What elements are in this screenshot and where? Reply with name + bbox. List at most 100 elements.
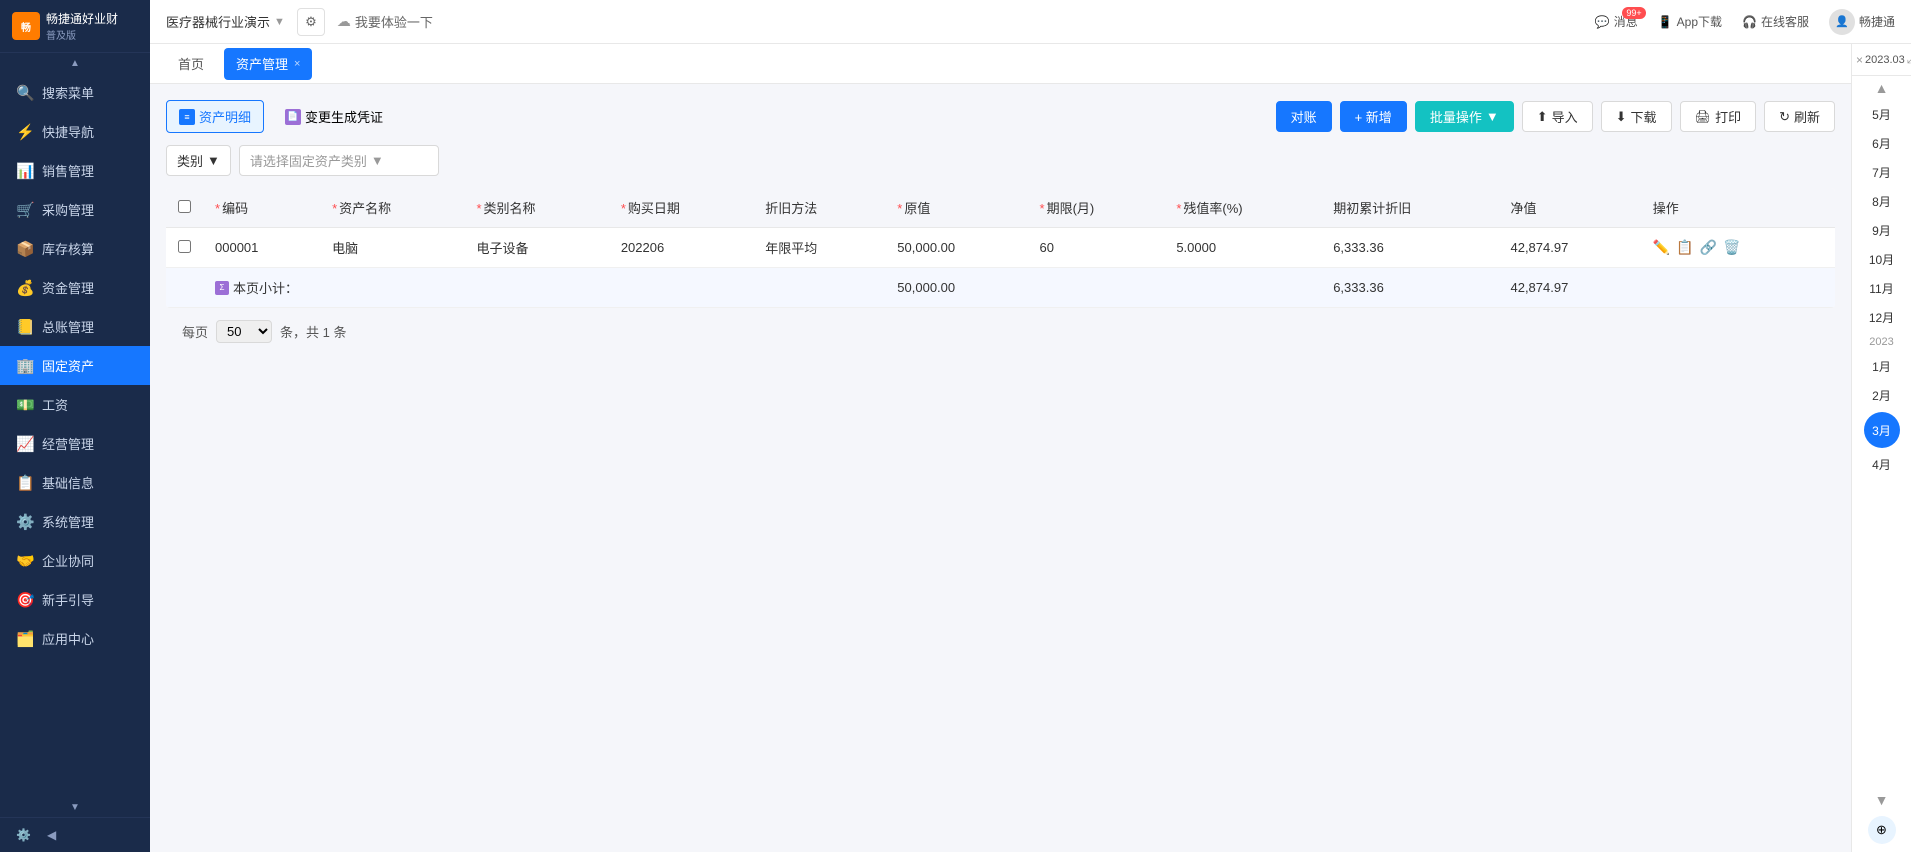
sub-tab-asset-detail-label: 资产明细 bbox=[199, 107, 251, 126]
cal-month-7[interactable]: 7月 bbox=[1852, 158, 1911, 187]
sidebar-item-payroll[interactable]: 💵 工资 bbox=[0, 385, 150, 424]
reconcile-button[interactable]: 对账 bbox=[1276, 101, 1332, 132]
funds-icon: 💰 bbox=[16, 279, 34, 297]
page-size-select[interactable]: 20 50 100 bbox=[216, 320, 272, 343]
cal-month-current[interactable]: 3月 bbox=[1864, 412, 1900, 448]
cal-month-6[interactable]: 6月 bbox=[1852, 129, 1911, 158]
settings-icon[interactable]: ⚙️ bbox=[16, 828, 31, 842]
sidebar-item-purchase[interactable]: 🛒 采购管理 bbox=[0, 190, 150, 229]
topbar-gear-button[interactable]: ⚙ bbox=[297, 8, 325, 36]
topbar: 医疗器械行业演示 ▼ ⚙ ☁ 我要体验一下 💬 消息 99+ 📱 App下载 🎧… bbox=[150, 0, 1911, 44]
sidebar-item-label: 资金管理 bbox=[42, 278, 94, 297]
sidebar-scroll-up[interactable]: ▲ bbox=[0, 53, 150, 73]
messages-button[interactable]: 💬 消息 99+ bbox=[1595, 13, 1638, 30]
tab-asset-management[interactable]: 资产管理 × bbox=[224, 48, 312, 80]
main-content: 首页 资产管理 × ≡ 资产明细 📄 bbox=[150, 44, 1851, 852]
sidebar-item-label: 库存核算 bbox=[42, 239, 94, 258]
sidebar-item-inventory[interactable]: 📦 库存核算 bbox=[0, 229, 150, 268]
header-name: *资产名称 bbox=[320, 188, 464, 228]
refresh-button[interactable]: ↻ 刷新 bbox=[1764, 101, 1835, 132]
subtotal-row: Σ 本页小计： 50,000.00 6,333.36 42,874.97 bbox=[166, 268, 1835, 308]
system-icon: ⚙️ bbox=[16, 513, 34, 531]
sidebar-item-sales[interactable]: 📊 销售管理 bbox=[0, 151, 150, 190]
category-filter-select[interactable]: 类别 ▼ bbox=[166, 145, 231, 176]
sidebar-item-base-info[interactable]: 📋 基础信息 bbox=[0, 463, 150, 502]
cloud-icon: ☁ bbox=[337, 13, 351, 30]
tab-close-icon[interactable]: × bbox=[294, 58, 300, 70]
cell-net-value: 42,874.97 bbox=[1498, 228, 1640, 268]
refresh-icon: ↻ bbox=[1779, 109, 1790, 125]
collapse-icon[interactable]: ◀ bbox=[47, 828, 56, 842]
cell-category: 电子设备 bbox=[464, 228, 608, 268]
voucher-icon: 📄 bbox=[285, 109, 301, 125]
delete-icon[interactable]: 🗑️ bbox=[1723, 239, 1740, 256]
sidebar-item-system[interactable]: ⚙️ 系统管理 bbox=[0, 502, 150, 541]
select-all-checkbox[interactable] bbox=[178, 200, 191, 213]
sidebar-item-app-center[interactable]: 🗂️ 应用中心 bbox=[0, 619, 150, 658]
sidebar-scroll-down[interactable]: ▼ bbox=[0, 797, 150, 817]
tab-home[interactable]: 首页 bbox=[166, 48, 216, 80]
pagination: 每页 20 50 100 条，共 1 条 bbox=[166, 308, 1835, 355]
copy-icon[interactable]: 📋 bbox=[1676, 239, 1693, 256]
right-sidebar-scroll-down[interactable]: ▼ bbox=[1871, 788, 1893, 812]
edit-icon[interactable]: ✏️ bbox=[1653, 239, 1670, 256]
right-sidebar-scroll-up[interactable]: ▲ bbox=[1871, 76, 1893, 100]
batch-button[interactable]: 批量操作 ▼ bbox=[1415, 101, 1514, 132]
category-input-arrow: ▼ bbox=[371, 153, 384, 168]
company-dropdown-arrow[interactable]: ▼ bbox=[274, 16, 285, 28]
cal-month-4[interactable]: 4月 bbox=[1852, 450, 1911, 479]
cal-month-11[interactable]: 11月 bbox=[1852, 274, 1911, 303]
right-sidebar-action[interactable]: ⊕ bbox=[1868, 816, 1896, 844]
avatar: 👤 bbox=[1829, 9, 1855, 35]
header-purchase-date: *购买日期 bbox=[609, 188, 753, 228]
right-sidebar-expand[interactable]: ⤢ bbox=[1907, 52, 1911, 67]
sidebar-item-quick-nav[interactable]: ⚡ 快捷导航 bbox=[0, 112, 150, 151]
home-tab-label: 首页 bbox=[178, 54, 204, 73]
sidebar-item-label: 系统管理 bbox=[42, 512, 94, 531]
sidebar-item-enterprise[interactable]: 🤝 企业协同 bbox=[0, 541, 150, 580]
subtotal-accumulated-depreciation: 6,333.36 bbox=[1321, 268, 1498, 308]
header-action: 操作 bbox=[1641, 188, 1835, 228]
total-label: 条，共 1 条 bbox=[280, 322, 346, 341]
content-area: 首页 资产管理 × ≡ 资产明细 📄 bbox=[150, 44, 1911, 852]
message-icon: 💬 bbox=[1595, 15, 1610, 29]
app-download-button[interactable]: 📱 App下载 bbox=[1658, 13, 1722, 30]
share-icon[interactable]: 🔗 bbox=[1700, 239, 1717, 256]
cal-month-12[interactable]: 12月 bbox=[1852, 303, 1911, 332]
right-sidebar-close[interactable]: × bbox=[1856, 53, 1863, 67]
sidebar-bottom: ⚙️ ◀ bbox=[0, 817, 150, 852]
sub-tab-voucher[interactable]: 📄 变更生成凭证 bbox=[272, 100, 396, 133]
sidebar-item-guide[interactable]: 🎯 新手引导 bbox=[0, 580, 150, 619]
sub-tab-asset-detail[interactable]: ≡ 资产明细 bbox=[166, 100, 264, 133]
cal-month-1[interactable]: 1月 bbox=[1852, 352, 1911, 381]
fixed-assets-icon: 🏢 bbox=[16, 357, 34, 375]
subtotal-icon: Σ bbox=[215, 281, 229, 295]
print-button[interactable]: 🖨 打印 bbox=[1680, 101, 1757, 132]
user-profile[interactable]: 👤 畅捷通 bbox=[1829, 9, 1895, 35]
customer-service-button[interactable]: 🎧 在线客服 bbox=[1742, 13, 1809, 30]
app-center-icon: 🗂️ bbox=[16, 630, 34, 648]
cal-month-10[interactable]: 10月 bbox=[1852, 245, 1911, 274]
cal-month-5[interactable]: 5月 bbox=[1852, 100, 1911, 129]
sidebar-item-label: 总账管理 bbox=[42, 317, 94, 336]
sidebar-item-search[interactable]: 🔍 搜索菜单 bbox=[0, 73, 150, 112]
sidebar-item-fixed-assets[interactable]: 🏢 固定资产 bbox=[0, 346, 150, 385]
header-residual-rate: *残值率(%) bbox=[1164, 188, 1321, 228]
logo-sub: 普及版 bbox=[46, 27, 118, 42]
new-button[interactable]: + 新增 bbox=[1340, 101, 1407, 132]
cal-month-8[interactable]: 8月 bbox=[1852, 187, 1911, 216]
enterprise-icon: 🤝 bbox=[16, 552, 34, 570]
download-button[interactable]: ⬇ 下载 bbox=[1601, 101, 1672, 132]
category-input[interactable]: 请选择固定资产类别 ▼ bbox=[239, 145, 439, 176]
cell-depreciation-method: 年限平均 bbox=[753, 228, 885, 268]
row-checkbox[interactable] bbox=[178, 240, 191, 253]
import-button[interactable]: ⬆ 导入 bbox=[1522, 101, 1593, 132]
subtotal-period bbox=[1028, 268, 1165, 308]
sidebar-item-ledger[interactable]: 📒 总账管理 bbox=[0, 307, 150, 346]
sidebar-item-funds[interactable]: 💰 资金管理 bbox=[0, 268, 150, 307]
topbar-experience[interactable]: ☁ 我要体验一下 bbox=[337, 12, 433, 31]
cal-month-2[interactable]: 2月 bbox=[1852, 381, 1911, 410]
sidebar-item-operations[interactable]: 📈 经营管理 bbox=[0, 424, 150, 463]
cal-month-9[interactable]: 9月 bbox=[1852, 216, 1911, 245]
subtotal-empty-check bbox=[166, 268, 203, 308]
